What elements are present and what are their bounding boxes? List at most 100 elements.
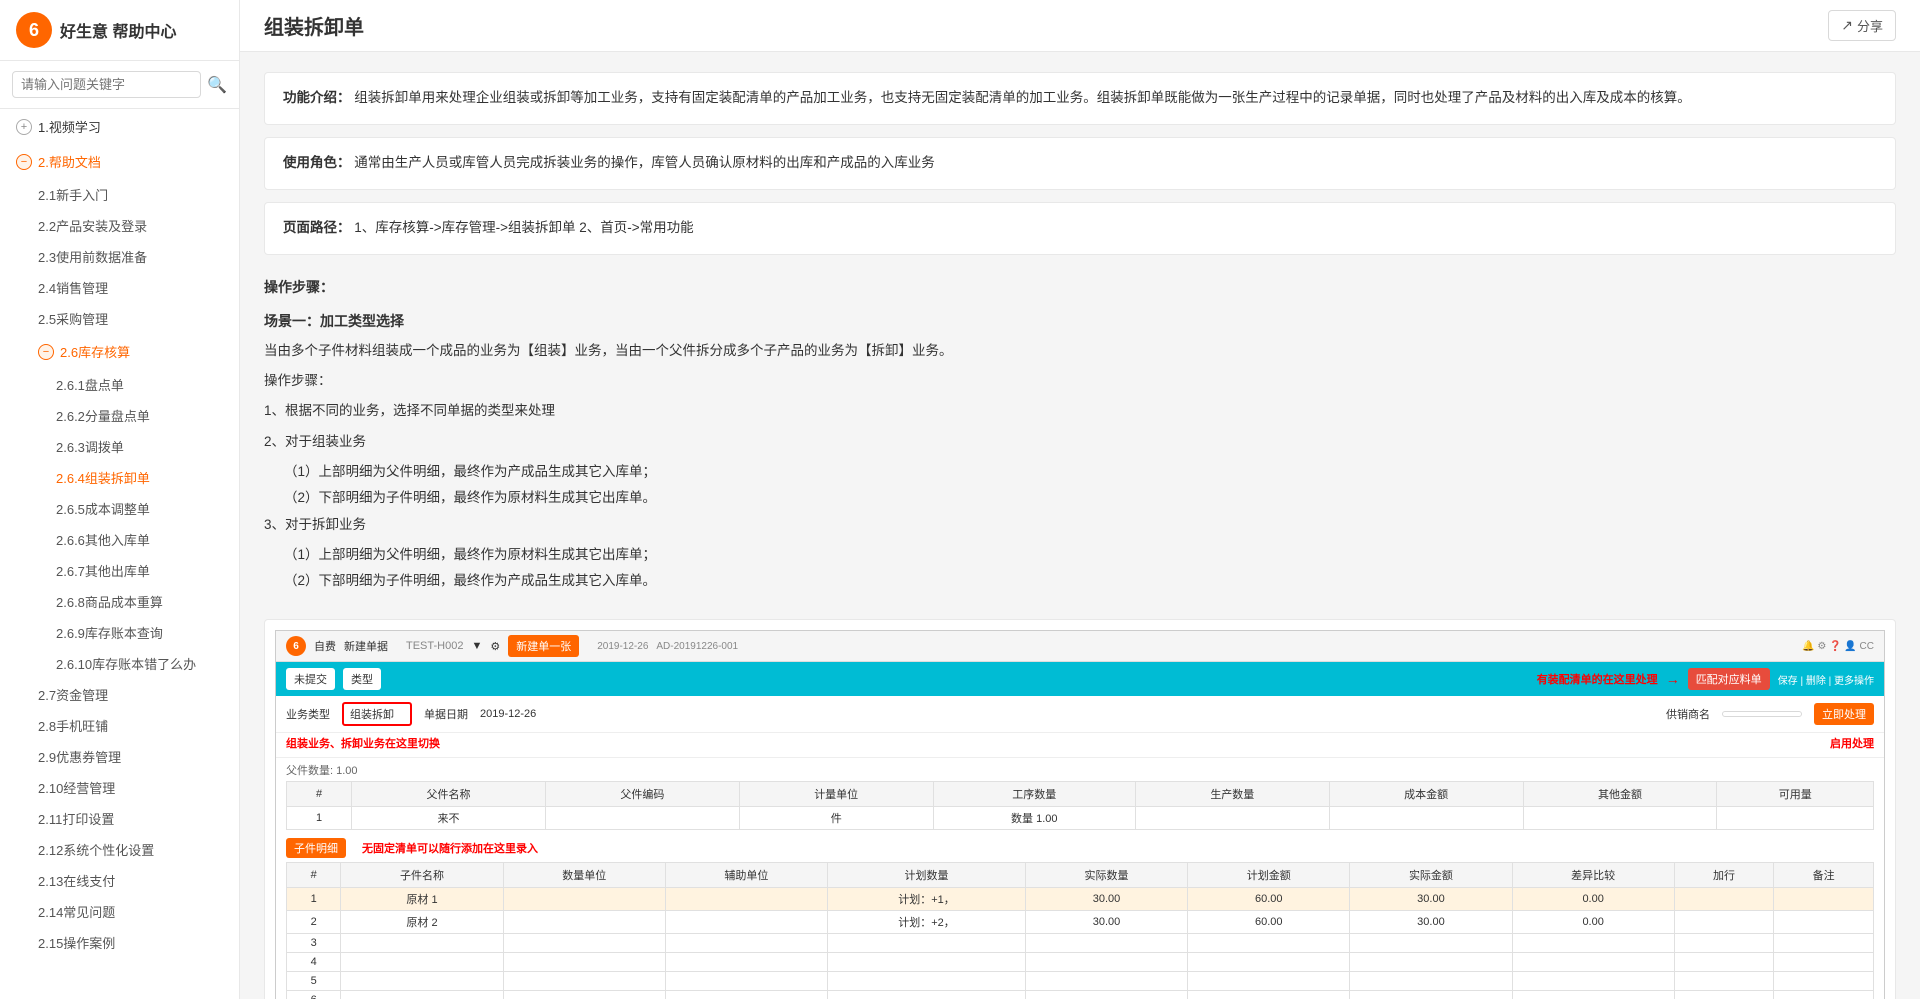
table-row: 1 原材 1 计划：+1， 30.00 60.00 30.00 0.00: [287, 888, 1874, 911]
bcell-actual-amt: 30.00: [1350, 888, 1512, 911]
step3: 3、对于拆卸业务: [264, 513, 1896, 537]
search-button[interactable]: 🔍: [207, 75, 227, 95]
scenario1-steps-title: 操作步骤：: [264, 369, 1896, 393]
sidebar-item-help-label: 2.帮助文档: [38, 152, 101, 171]
bcell-actual-qty: 30.00: [1025, 888, 1187, 911]
bcol-add: 加行: [1674, 863, 1774, 888]
cell-num: 1: [287, 807, 352, 830]
mock-screen: 6 自费 新建单据 TEST-H002 ▼ ⚙ 新建单一张 2019-12-26…: [275, 630, 1885, 999]
sidebar-item-2-5[interactable]: 2.5采购管理: [0, 303, 239, 334]
func-intro-text: 功能介绍： 组装拆卸单用来处理企业组装或拆卸等加工业务，支持有固定装配清单的产品…: [283, 87, 1877, 110]
sidebar-item-2-6-4[interactable]: 2.6.4组装拆卸单: [0, 462, 239, 493]
bcol-num: #: [287, 863, 341, 888]
annotation-enable: 启用处理: [1830, 735, 1874, 751]
sidebar-item-2-10[interactable]: 2.10经营管理: [0, 772, 239, 803]
table-row: 2 原材 2 计划：+2， 30.00 60.00 30.00 0.00: [287, 911, 1874, 934]
mock-bottom-table-wrapper: # 子件名称 数量单位 辅助单位 计划数量 实际数量 计划金额 实际金额 差异比…: [276, 862, 1884, 999]
sidebar-item-2-6-3[interactable]: 2.6.3调拨单: [0, 431, 239, 462]
func-intro-block: 功能介绍： 组装拆卸单用来处理企业组装或拆卸等加工业务，支持有固定装配清单的产品…: [264, 72, 1896, 125]
mock-confirm-btn[interactable]: 立即处理: [1814, 703, 1874, 725]
sidebar-item-2-6-label: 2.6库存核算: [60, 342, 130, 361]
mock-tab-type[interactable]: 类型: [343, 668, 381, 690]
sidebar-item-2-15[interactable]: 2.15操作案例: [0, 927, 239, 958]
mock-action-bar: 未提交 类型 有装配清单的在这里处理 → 匹配对应料单 保存 | 删除 | 更多…: [276, 662, 1884, 696]
sidebar-item-2-11[interactable]: 2.11打印设置: [0, 803, 239, 834]
sidebar-item-2-2[interactable]: 2.2产品安装及登录: [0, 210, 239, 241]
cell-other: [1523, 807, 1717, 830]
col-proc-qty: 工序数量: [933, 782, 1135, 807]
sidebar-header: 6 好生意 帮助中心: [0, 0, 239, 61]
bcell-num: 1: [287, 888, 341, 911]
search-box: 🔍: [0, 61, 239, 109]
col-unit: 计量单位: [739, 782, 933, 807]
bcol-diff: 差异比较: [1512, 863, 1674, 888]
mock-type-field[interactable]: 组装拆卸: [342, 702, 412, 726]
sidebar-item-2-7[interactable]: 2.7资金管理: [0, 679, 239, 710]
mock-supplier-input[interactable]: [1722, 711, 1802, 717]
sidebar-item-2-6[interactable]: − 2.6库存核算: [0, 334, 239, 369]
sidebar-item-2-6-10[interactable]: 2.6.10库存账本错了么办: [0, 648, 239, 679]
mock-type-label: 业务类型: [286, 706, 330, 722]
sidebar-item-2-8[interactable]: 2.8手机旺铺: [0, 710, 239, 741]
share-button[interactable]: ↗ 分享: [1828, 10, 1896, 41]
annotation-free-add: 无固定清单可以随行添加在这里录入: [362, 840, 538, 856]
top-bar: 组装拆卸单 ↗ 分享: [240, 0, 1920, 52]
sidebar-item-2-6-6[interactable]: 2.6.6其他入库单: [0, 524, 239, 555]
step1: 1、根据不同的业务，选择不同单据的类型来处理: [264, 399, 1896, 423]
sidebar-item-2-9[interactable]: 2.9优惠券管理: [0, 741, 239, 772]
mock-system-bar: 6 自费 新建单据 TEST-H002 ▼ ⚙ 新建单一张 2019-12-26…: [276, 631, 1884, 662]
mock-new-btn[interactable]: 新建单一张: [508, 635, 579, 657]
arrow-icon-1: →: [1666, 671, 1680, 687]
table-row: 3: [287, 934, 1874, 953]
bcol-plan-amt: 计划金额: [1188, 863, 1350, 888]
sidebar-item-2-3[interactable]: 2.3使用前数据准备: [0, 241, 239, 272]
sidebar-item-2-6-9[interactable]: 2.6.9库存账本查询: [0, 617, 239, 648]
sidebar-item-2-13[interactable]: 2.13在线支付: [0, 865, 239, 896]
sidebar-item-2-6-7[interactable]: 2.6.7其他出库单: [0, 555, 239, 586]
mock-id: TEST-H002: [406, 640, 463, 652]
sidebar-item-2-6-2[interactable]: 2.6.2分量盘点单: [0, 400, 239, 431]
mock-nav2: 新建单据: [344, 638, 388, 654]
cell-code: [545, 807, 739, 830]
mock-match-btn[interactable]: 匹配对应料单: [1688, 668, 1770, 690]
mock-section-label: 子件明细: [286, 838, 346, 858]
bcol-qty-unit: 数量单位: [503, 863, 665, 888]
sidebar-item-2-6-5[interactable]: 2.6.5成本调整单: [0, 493, 239, 524]
bcell-plan-amt: 60.00: [1188, 888, 1350, 911]
mock-appicons: 🔔 ⚙ ❓ 👤 CC: [1802, 641, 1874, 652]
sidebar-item-help[interactable]: − 2.帮助文档: [0, 144, 239, 179]
mock-tab-new[interactable]: 未提交: [286, 668, 335, 690]
sidebar-item-video[interactable]: + 1.视频学习: [0, 109, 239, 144]
mock-orderno: AD-20191226-001: [656, 641, 738, 652]
bcell-remark: [1774, 888, 1874, 911]
bcell-plan-qty: 计划：+1，: [828, 888, 1026, 911]
table-row: 1 来不 件 数量 1.00: [287, 807, 1874, 830]
table-row: 5: [287, 972, 1874, 991]
mock-date-val: 2019-12-26: [480, 708, 536, 720]
sidebar-item-2-6-1[interactable]: 2.6.1盘点单: [0, 369, 239, 400]
cell-unit: 件: [739, 807, 933, 830]
col-num: #: [287, 782, 352, 807]
step2-sub1: （1）上部明细为父件明细，最终作为产成品生成其它入库单；: [264, 460, 1896, 484]
mock-logo: 6: [286, 636, 306, 656]
col-parent-code: 父件编码: [545, 782, 739, 807]
sidebar-item-2-14[interactable]: 2.14常见问题: [0, 896, 239, 927]
mock-top-table: # 父件名称 父件编码 计量单位 工序数量 生产数量 成本金额 其他金额 可用量: [286, 781, 1874, 830]
scenario1-intro: 当由多个子件材料组装成一个成品的业务为【组装】业务，当由一个父件拆分成多个子产品…: [264, 339, 1896, 363]
sidebar-item-2-4[interactable]: 2.4销售管理: [0, 272, 239, 303]
collapse-icon-2-6: −: [38, 344, 54, 360]
step3-sub1: （1）上部明细为父件明细，最终作为原材料生成其它出库单；: [264, 543, 1896, 567]
share-label: 分享: [1857, 16, 1883, 35]
mock-date: 2019-12-26: [597, 641, 648, 652]
mock-top-table-wrapper: 父件数量: 1.00 # 父件名称 父件编码 计量单位 工序数量 生产数量: [276, 758, 1884, 834]
search-input[interactable]: [12, 71, 201, 98]
bcol-plan-qty: 计划数量: [828, 863, 1026, 888]
page-title: 组装拆卸单: [264, 11, 364, 40]
sidebar-item-2-6-8[interactable]: 2.6.8商品成本重算: [0, 586, 239, 617]
cell-name: 来不: [352, 807, 546, 830]
bcell-add: [1674, 888, 1774, 911]
sidebar-item-2-12[interactable]: 2.12系统个性化设置: [0, 834, 239, 865]
sidebar-item-2-1[interactable]: 2.1新手入门: [0, 179, 239, 210]
ops-title: 操作步骤：: [264, 277, 1896, 297]
bcell-diff: 0.00: [1512, 888, 1674, 911]
